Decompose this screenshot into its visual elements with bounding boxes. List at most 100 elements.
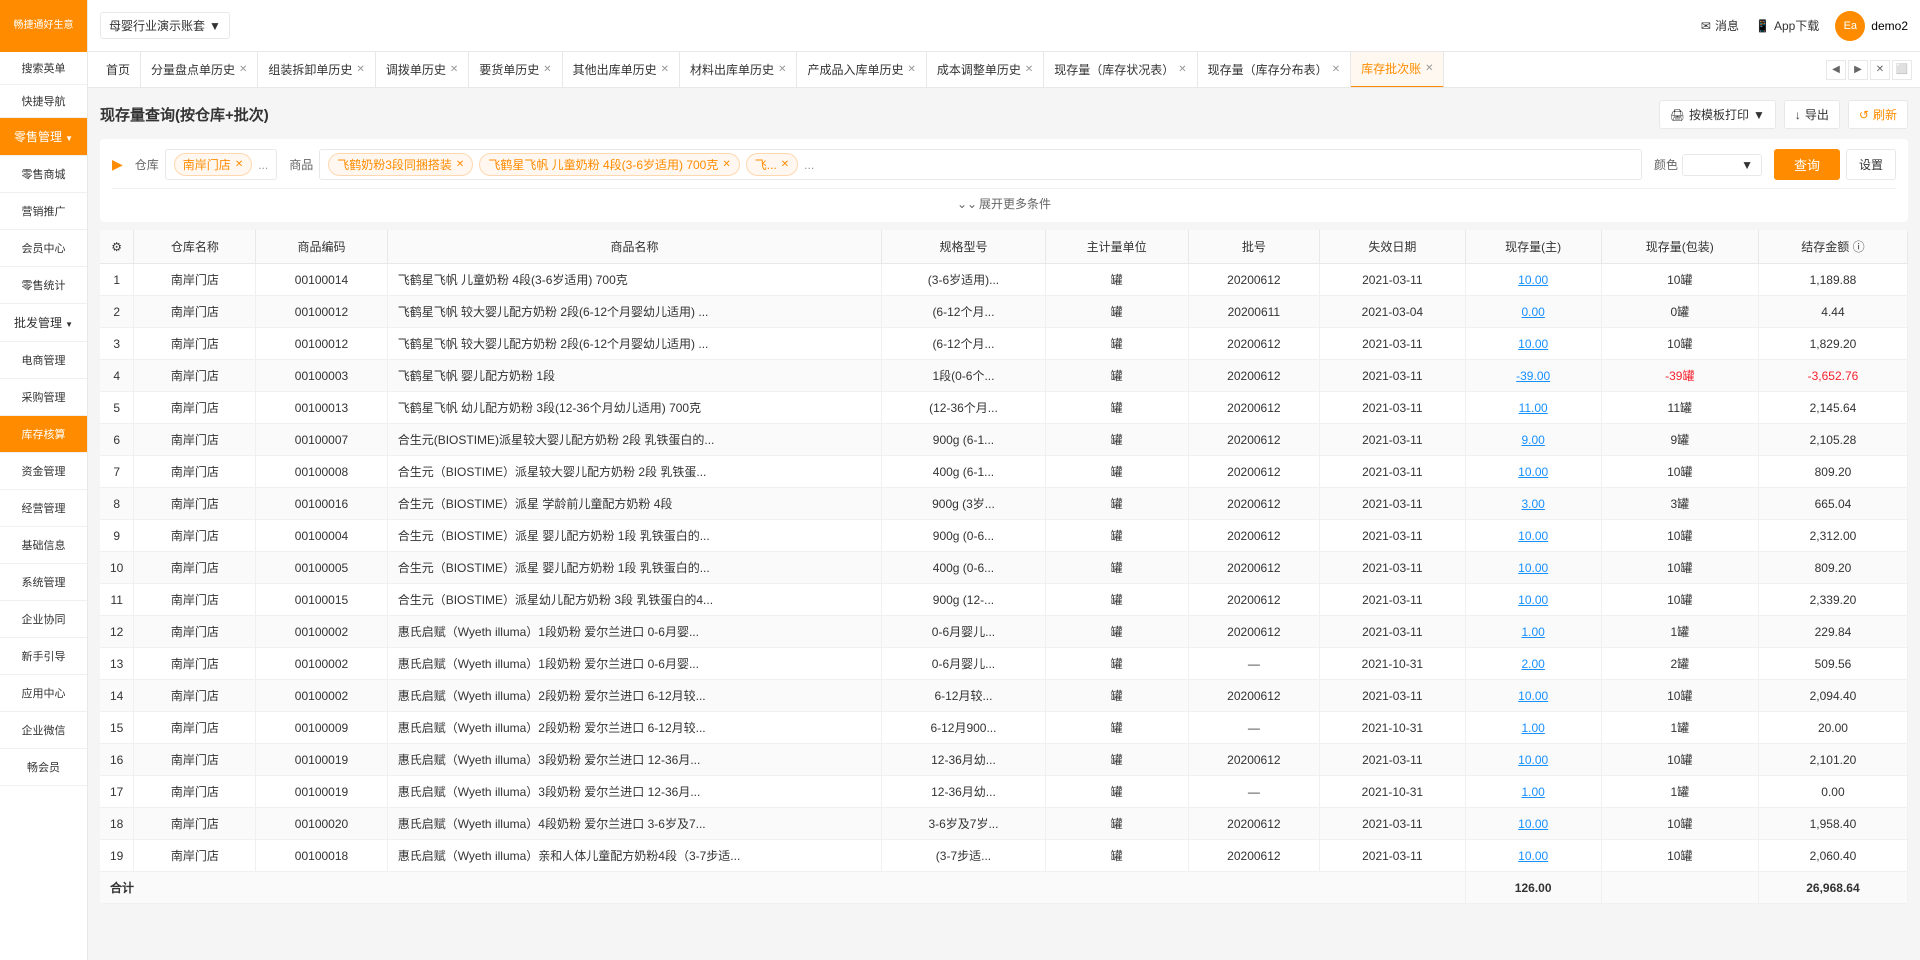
tab-inventory-check[interactable]: 分量盘点单历史✕ [141,52,258,88]
row-qty-main[interactable]: 10.00 [1465,328,1601,360]
row-no: 17 [100,776,134,808]
warehouse-input[interactable]: 南岸门店 ✕ ... [165,149,277,180]
row-qty-main[interactable]: -39.00 [1465,360,1601,392]
tab-close-icon[interactable]: ✕ [239,64,247,75]
row-qty-main[interactable]: 10.00 [1465,584,1601,616]
tab-close-icon[interactable]: ✕ [907,64,915,75]
row-amount: 1,829.20 [1758,328,1907,360]
tab-more-btn[interactable]: ⬜ [1892,60,1912,80]
sidebar-item-retailstat[interactable]: 零售统计 [0,267,87,304]
warehouse-more[interactable]: ... [258,158,268,172]
account-dropdown[interactable]: 母婴行业演示账套 ▼ [100,12,230,39]
row-qty-main[interactable]: 10.00 [1465,520,1601,552]
tab-close-icon[interactable]: ✕ [1332,64,1340,75]
tab-otherout[interactable]: 其他出库单历史✕ [563,52,680,88]
tab-next-btn[interactable]: ▶ [1848,60,1868,80]
product-input[interactable]: 飞鹤奶粉3段同捆搭装 ✕ 飞鹤星飞帆 儿童奶粉 4段(3-6岁适用) 700克 … [319,149,1642,180]
row-qty-main[interactable]: 10.00 [1465,840,1601,872]
row-qty-main[interactable]: 0.00 [1465,296,1601,328]
tab-inventory-status[interactable]: 现存量（库存状况表）✕ [1044,52,1197,88]
message-btn[interactable]: ✉ 消息 [1701,17,1739,34]
product-more[interactable]: ... [804,158,814,172]
sidebar-item-appcenter[interactable]: 应用中心 [0,675,87,712]
row-qty-main[interactable]: 2.00 [1465,648,1601,680]
user-menu[interactable]: Ea demo2 [1835,11,1908,41]
row-amount: 1,958.40 [1758,808,1907,840]
sidebar-item-finance[interactable]: 资金管理 [0,453,87,490]
sidebar-item-basicinfo[interactable]: 基础信息 [0,527,87,564]
sidebar: 畅捷通好生意 搜索英单 快捷导航 零售管理 ▼ 零售商城 营销推广 会员中心 零… [0,0,88,960]
tab-inventory-dist[interactable]: 现存量（库存分布表）✕ [1198,52,1351,88]
row-qty-main[interactable]: 1.00 [1465,616,1601,648]
tab-home[interactable]: 首页 [96,52,141,88]
expand-more-btn[interactable]: ⌄⌄ 展开更多条件 [957,195,1051,212]
tab-batch-ledger[interactable]: 库存批次账✕ [1351,52,1444,88]
query-button[interactable]: 查询 [1774,149,1840,180]
export-btn[interactable]: ↓ 导出 [1784,100,1840,129]
remove-warehouse-btn[interactable]: ✕ [235,159,243,170]
sidebar-item-member[interactable]: 会员中心 [0,230,87,267]
remove-product1-btn[interactable]: ✕ [456,159,464,170]
tab-close-all-btn[interactable]: ✕ [1870,60,1890,80]
sidebar-item-inventory[interactable]: 库存核算 [0,416,87,453]
sidebar-item-wholesale[interactable]: 批发管理 ▼ [0,304,87,342]
row-warehouse: 南岸门店 [134,296,256,328]
sidebar-item-vip[interactable]: 畅会员 [0,749,87,786]
row-qty-main[interactable]: 3.00 [1465,488,1601,520]
row-name: 合生元（BIOSTIME）派星 学龄前儿童配方奶粉 4段 [387,488,882,520]
sidebar-item-guide[interactable]: 新手引导 [0,638,87,675]
color-dropdown[interactable]: ▼ [1682,154,1762,176]
sidebar-item-search[interactable]: 搜索英单 [0,52,87,85]
row-qty-main[interactable]: 9.00 [1465,424,1601,456]
sidebar-item-system[interactable]: 系统管理 [0,564,87,601]
row-no: 15 [100,712,134,744]
row-qty-main[interactable]: 10.00 [1465,264,1601,296]
tab-close-icon[interactable]: ✕ [778,64,786,75]
sidebar-item-marketing[interactable]: 营销推广 [0,193,87,230]
sidebar-item-retail[interactable]: 零售管理 ▼ [0,118,87,156]
tab-close-icon[interactable]: ✕ [661,64,669,75]
sidebar-item-quicknav[interactable]: 快捷导航 [0,85,87,118]
tabs-bar: 首页 分量盘点单历史✕ 组装拆卸单历史✕ 调拨单历史✕ 要货单历史✕ 其他出库单… [88,52,1920,88]
filter-expand-btn[interactable]: ▶ [112,156,123,173]
row-qty-pack: 10罐 [1601,808,1758,840]
tab-close-icon[interactable]: ✕ [543,64,551,75]
tab-transfer[interactable]: 调拨单历史✕ [376,52,469,88]
tab-costadjust[interactable]: 成本调整单历史✕ [927,52,1044,88]
tab-close-icon[interactable]: ✕ [1425,63,1433,74]
sidebar-item-purchase[interactable]: 采购管理 [0,379,87,416]
remove-product2-btn[interactable]: ✕ [722,159,730,170]
tab-close-icon[interactable]: ✕ [450,64,458,75]
sidebar-item-ecommerce[interactable]: 电商管理 [0,342,87,379]
settings-button[interactable]: 设置 [1846,149,1896,180]
tab-order[interactable]: 要货单历史✕ [469,52,562,88]
refresh-btn[interactable]: ↺ 刷新 [1848,100,1908,129]
row-spec: 6-12月较... [882,680,1045,712]
row-code: 00100019 [256,744,387,776]
row-qty-main[interactable]: 1.00 [1465,712,1601,744]
tab-productin[interactable]: 产成品入库单历史✕ [797,52,926,88]
tab-materialout[interactable]: 材料出库单历史✕ [680,52,797,88]
sidebar-item-management[interactable]: 经营管理 [0,490,87,527]
tab-close-icon[interactable]: ✕ [1025,64,1033,75]
app-download-btn[interactable]: 📱 App下载 [1755,17,1819,34]
print-btn[interactable]: 🖨 按模板打印 ▼ [1659,100,1776,129]
row-qty-main[interactable]: 11.00 [1465,392,1601,424]
th-settings[interactable]: ⚙ [100,230,134,264]
table-row: 15 南岸门店 00100009 惠氏启赋（Wyeth illuma）2段奶粉 … [100,712,1908,744]
row-qty-main[interactable]: 10.00 [1465,744,1601,776]
tab-close-icon[interactable]: ✕ [356,64,364,75]
tab-prev-btn[interactable]: ◀ [1826,60,1846,80]
sidebar-item-wechat[interactable]: 企业微信 [0,712,87,749]
sidebar-item-cooperation[interactable]: 企业协同 [0,601,87,638]
row-qty-main[interactable]: 10.00 [1465,808,1601,840]
tab-close-icon[interactable]: ✕ [1178,64,1186,75]
row-expire: 2021-03-11 [1320,328,1466,360]
remove-product3-btn[interactable]: ✕ [781,159,789,170]
row-qty-main[interactable]: 10.00 [1465,456,1601,488]
row-qty-main[interactable]: 1.00 [1465,776,1601,808]
sidebar-item-retailshop[interactable]: 零售商城 [0,156,87,193]
row-qty-main[interactable]: 10.00 [1465,552,1601,584]
tab-assemble[interactable]: 组装拆卸单历史✕ [258,52,375,88]
row-qty-main[interactable]: 10.00 [1465,680,1601,712]
